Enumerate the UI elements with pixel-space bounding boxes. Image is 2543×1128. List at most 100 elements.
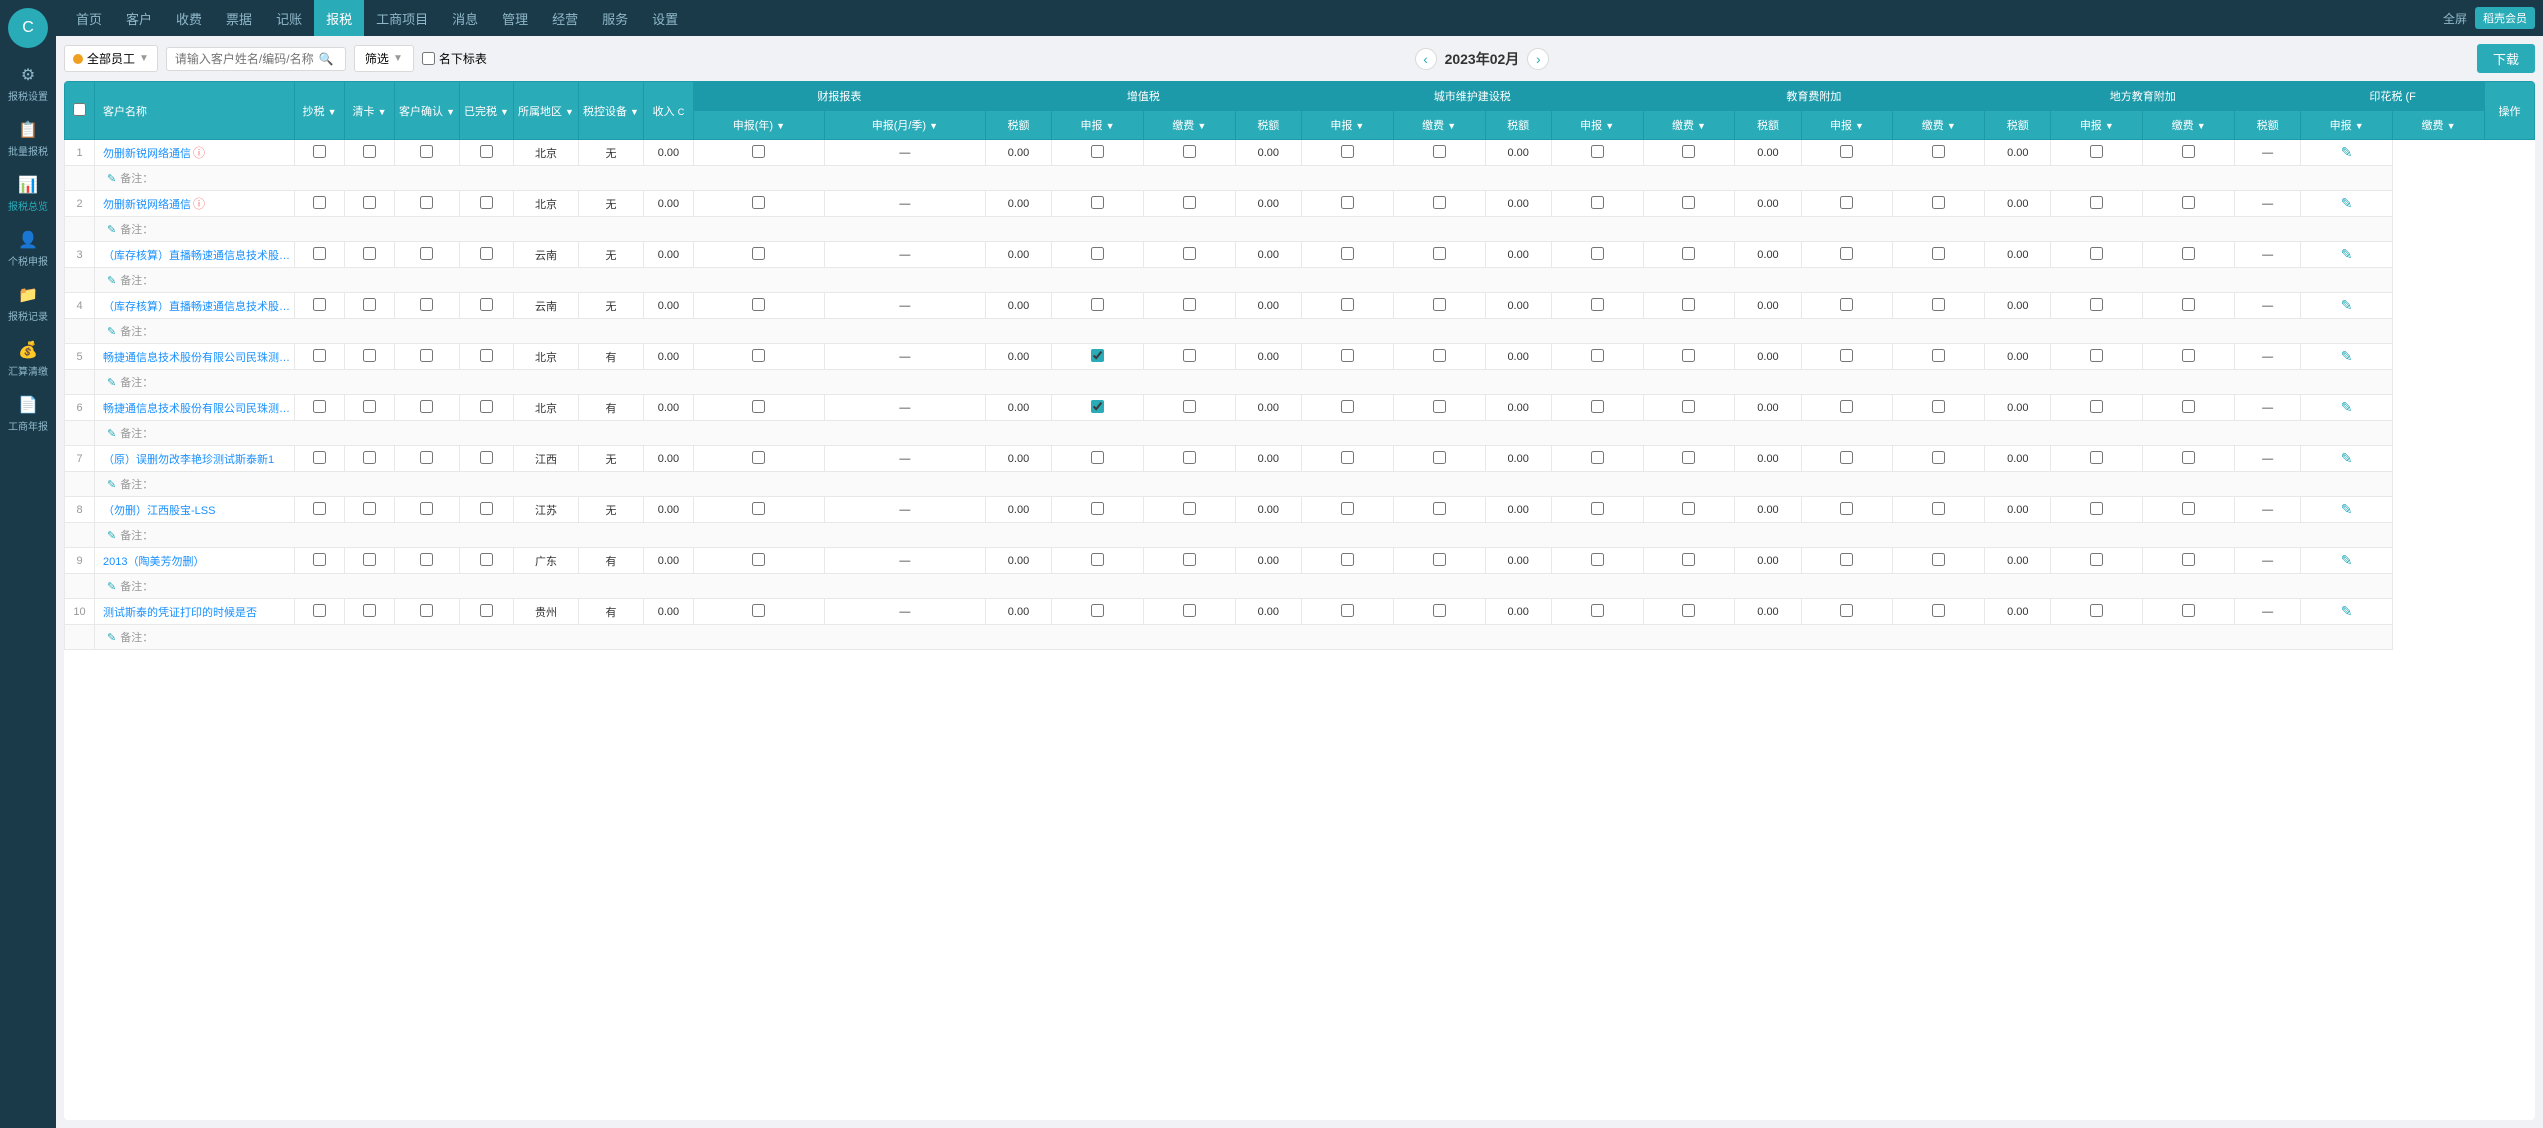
edu-pay-cell[interactable] [1643, 497, 1735, 523]
city-declare-cell[interactable] [1301, 599, 1393, 625]
edit-cell[interactable]: ✎ [2301, 395, 2393, 421]
edit-icon[interactable]: ✎ [2341, 195, 2353, 211]
city-declare-checkbox[interactable] [1341, 145, 1354, 158]
edit-icon[interactable]: ✎ [2341, 552, 2353, 568]
vat-pay-checkbox[interactable] [1183, 451, 1196, 464]
city-declare-cell[interactable] [1301, 191, 1393, 217]
stamp-pay-cell[interactable] [2143, 548, 2235, 574]
city-pay-cell[interactable] [1393, 497, 1485, 523]
stamp-declare-cell[interactable] [2051, 446, 2143, 472]
fin-annual-cell[interactable] [693, 140, 824, 166]
city-pay-checkbox[interactable] [1433, 400, 1446, 413]
edu-declare-checkbox[interactable] [1591, 145, 1604, 158]
stamp-pay-checkbox[interactable] [2182, 451, 2195, 464]
copy-tax-checkbox[interactable] [313, 553, 326, 566]
local-pay-cell[interactable] [1893, 599, 1985, 625]
fin-annual-checkbox[interactable] [752, 400, 765, 413]
vat-declare-cell[interactable] [1052, 140, 1144, 166]
local-pay-checkbox[interactable] [1932, 553, 1945, 566]
tax-paid-cell[interactable] [459, 497, 513, 523]
nav-message[interactable]: 消息 [440, 0, 490, 36]
fin-annual-cell[interactable] [693, 242, 824, 268]
local-pay-cell[interactable] [1893, 140, 1985, 166]
stamp-declare-cell[interactable] [2051, 191, 2143, 217]
edu-declare-checkbox[interactable] [1591, 196, 1604, 209]
edu-declare-cell[interactable] [1551, 446, 1643, 472]
fin-annual-checkbox[interactable] [752, 247, 765, 260]
stamp-declare-cell[interactable] [2051, 242, 2143, 268]
customer-confirm-checkbox[interactable] [420, 400, 433, 413]
local-declare-checkbox[interactable] [1840, 553, 1853, 566]
customer-confirm-checkbox[interactable] [420, 604, 433, 617]
vat-declare-cell[interactable] [1052, 446, 1144, 472]
local-declare-cell[interactable] [1801, 497, 1893, 523]
copy-tax-checkbox[interactable] [313, 451, 326, 464]
copy-tax-checkbox[interactable] [313, 247, 326, 260]
local-declare-cell[interactable] [1801, 395, 1893, 421]
customer-confirm-cell[interactable] [395, 395, 460, 421]
fin-annual-cell[interactable] [693, 497, 824, 523]
customer-confirm-checkbox[interactable] [420, 298, 433, 311]
edit-icon[interactable]: ✎ [2341, 144, 2353, 160]
search-input[interactable] [175, 52, 315, 66]
vat-declare-cell[interactable] [1052, 599, 1144, 625]
copy-tax-cell[interactable] [295, 293, 345, 319]
clear-card-checkbox[interactable] [363, 502, 376, 515]
vat-pay-cell[interactable] [1143, 344, 1235, 370]
employee-select[interactable]: 全部员工 ▼ [64, 45, 158, 72]
city-declare-checkbox[interactable] [1341, 298, 1354, 311]
local-declare-cell[interactable] [1801, 293, 1893, 319]
stamp-declare-cell[interactable] [2051, 548, 2143, 574]
edu-declare-cell[interactable] [1551, 344, 1643, 370]
stamp-declare-cell[interactable] [2051, 395, 2143, 421]
city-declare-checkbox[interactable] [1341, 604, 1354, 617]
customer-confirm-checkbox[interactable] [420, 553, 433, 566]
stamp-declare-cell[interactable] [2051, 497, 2143, 523]
city-pay-cell[interactable] [1393, 395, 1485, 421]
copy-tax-cell[interactable] [295, 599, 345, 625]
vip-btn[interactable]: 稻壳会员 [2475, 7, 2535, 29]
edit-cell[interactable]: ✎ [2301, 140, 2393, 166]
local-pay-checkbox[interactable] [1932, 451, 1945, 464]
local-pay-checkbox[interactable] [1932, 349, 1945, 362]
stamp-declare-checkbox[interactable] [2090, 145, 2103, 158]
copy-tax-cell[interactable] [295, 548, 345, 574]
edu-pay-cell[interactable] [1643, 548, 1735, 574]
vat-pay-checkbox[interactable] [1183, 298, 1196, 311]
edu-pay-checkbox[interactable] [1682, 247, 1695, 260]
city-pay-checkbox[interactable] [1433, 553, 1446, 566]
edit-cell[interactable]: ✎ [2301, 191, 2393, 217]
stamp-declare-checkbox[interactable] [2090, 349, 2103, 362]
customer-name-cell[interactable]: 勿删新锐网络通信ⓘ [95, 191, 295, 217]
sidebar-item-tax-settings[interactable]: ⚙ 报税设置 [0, 56, 56, 111]
local-pay-cell[interactable] [1893, 191, 1985, 217]
edu-declare-checkbox[interactable] [1591, 298, 1604, 311]
clear-card-cell[interactable] [345, 497, 395, 523]
customer-confirm-cell[interactable] [395, 140, 460, 166]
vat-pay-checkbox[interactable] [1183, 400, 1196, 413]
vat-pay-cell[interactable] [1143, 599, 1235, 625]
customer-name-cell[interactable]: （原）误删勿改李艳珍测试斯泰新1 [95, 446, 295, 472]
fin-annual-checkbox[interactable] [752, 502, 765, 515]
city-pay-cell[interactable] [1393, 446, 1485, 472]
customer-confirm-cell[interactable] [395, 293, 460, 319]
customer-name-cell[interactable]: 畅捷通信息技术股份有限公司民珠测试ⓘ [95, 344, 295, 370]
edu-pay-checkbox[interactable] [1682, 196, 1695, 209]
local-declare-checkbox[interactable] [1840, 502, 1853, 515]
stamp-pay-cell[interactable] [2143, 446, 2235, 472]
vat-pay-cell[interactable] [1143, 395, 1235, 421]
clear-card-checkbox[interactable] [363, 247, 376, 260]
tax-paid-checkbox[interactable] [480, 400, 493, 413]
edu-pay-cell[interactable] [1643, 344, 1735, 370]
edu-pay-checkbox[interactable] [1682, 400, 1695, 413]
fin-annual-cell[interactable] [693, 395, 824, 421]
edit-cell[interactable]: ✎ [2301, 446, 2393, 472]
clear-card-cell[interactable] [345, 395, 395, 421]
vat-declare-checkbox[interactable] [1091, 145, 1104, 158]
named-tables-checkbox[interactable] [422, 52, 435, 65]
vat-declare-cell[interactable] [1052, 293, 1144, 319]
local-pay-cell[interactable] [1893, 446, 1985, 472]
edu-declare-cell[interactable] [1551, 191, 1643, 217]
vat-pay-checkbox[interactable] [1183, 196, 1196, 209]
clear-card-cell[interactable] [345, 242, 395, 268]
